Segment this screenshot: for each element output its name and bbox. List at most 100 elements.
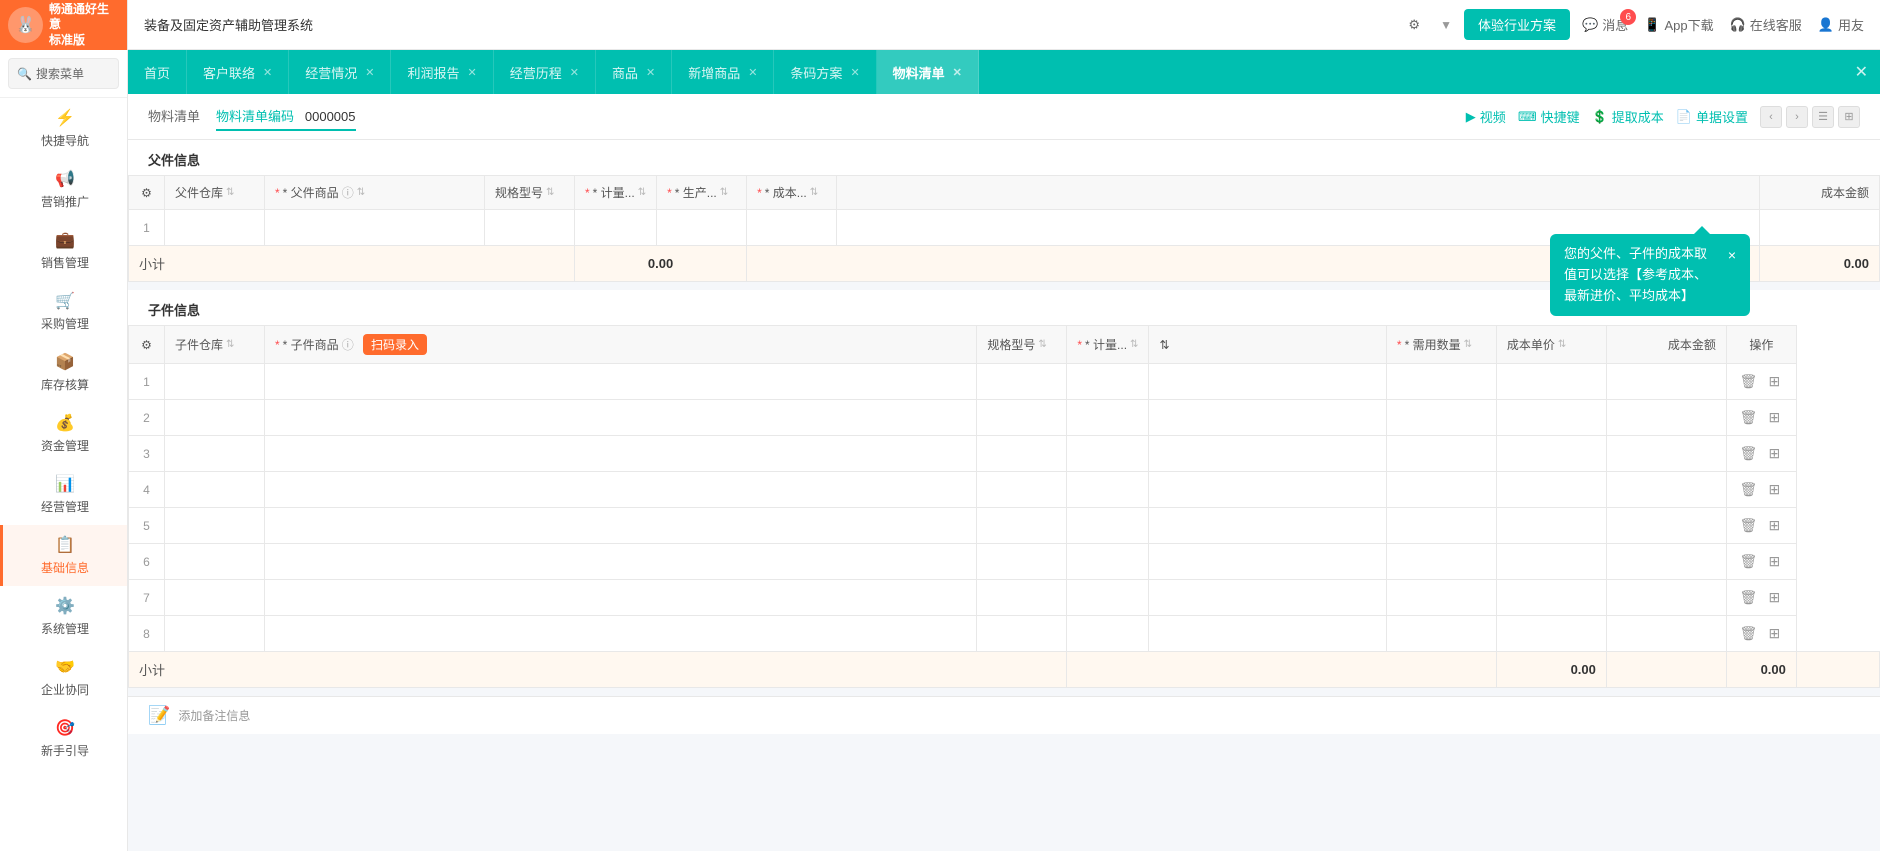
copy-row-4[interactable]: ⊞ xyxy=(1764,480,1784,500)
copy-row-2[interactable]: ⊞ xyxy=(1764,408,1784,428)
delete-row-5[interactable]: 🗑 xyxy=(1738,516,1758,536)
message-button[interactable]: 💬 消息 6 xyxy=(1582,15,1628,34)
tooltip-close-button[interactable]: × xyxy=(1728,244,1736,266)
child-unit-price-3[interactable] xyxy=(1496,436,1606,472)
close-tab-add-goods[interactable]: ✕ xyxy=(748,66,757,79)
child-unit-price-4[interactable] xyxy=(1496,472,1606,508)
sidebar-item-basic[interactable]: 📋 基础信息 xyxy=(0,525,127,586)
child-product-1[interactable] xyxy=(265,364,977,400)
parent-product-1[interactable] xyxy=(265,210,485,246)
sidebar-item-marketing[interactable]: 📢 营销推广 xyxy=(0,159,127,220)
child-info-icon[interactable]: ⓘ xyxy=(342,336,354,353)
child-spec-4[interactable] xyxy=(977,472,1067,508)
info-icon[interactable]: ⓘ xyxy=(342,184,354,201)
child-qty-1[interactable] xyxy=(1386,364,1496,400)
child-unit-5[interactable] xyxy=(1067,508,1149,544)
delete-row-2[interactable]: 🗑 xyxy=(1738,408,1758,428)
child-spec-6[interactable] xyxy=(977,544,1067,580)
child-unit-6[interactable] xyxy=(1067,544,1149,580)
child-spec-5[interactable] xyxy=(977,508,1067,544)
sidebar-item-sales[interactable]: 💼 销售管理 xyxy=(0,220,127,281)
tab-add-goods[interactable]: 新增商品 ✕ xyxy=(672,50,774,94)
child-qty-4[interactable] xyxy=(1386,472,1496,508)
delete-row-8[interactable]: 🗑 xyxy=(1738,624,1758,644)
sidebar-item-collab[interactable]: 🤝 企业协同 xyxy=(0,647,127,708)
close-tab-operation-status[interactable]: ✕ xyxy=(365,66,374,79)
delete-row-4[interactable]: 🗑 xyxy=(1738,480,1758,500)
child-product-7[interactable] xyxy=(265,580,977,616)
sidebar-item-operation[interactable]: 📊 经营管理 xyxy=(0,464,127,525)
tab-operation-status[interactable]: 经营情况 ✕ xyxy=(289,50,391,94)
child-warehouse-4[interactable] xyxy=(165,472,265,508)
child-qty-7[interactable] xyxy=(1386,580,1496,616)
tab-operation-history[interactable]: 经营历程 ✕ xyxy=(494,50,596,94)
th-child-settings[interactable]: ⚙ xyxy=(129,326,165,364)
child-warehouse-7[interactable] xyxy=(165,580,265,616)
expand-button[interactable]: ⊞ xyxy=(1838,106,1860,128)
tab-home[interactable]: 首页 xyxy=(128,50,187,94)
sidebar-item-quicknav[interactable]: ⚡ 快捷导航 xyxy=(0,98,127,159)
extract-cost-tool[interactable]: 💲 提取成本 xyxy=(1592,107,1664,126)
tab-bom[interactable]: 物料清单 ✕ xyxy=(877,50,979,94)
scan-badge[interactable]: 扫码录入 xyxy=(363,334,427,355)
sidebar-item-guide[interactable]: 🎯 新手引导 xyxy=(0,708,127,769)
next-record-button[interactable]: › xyxy=(1786,106,1808,128)
user-menu[interactable]: 👤 用友 xyxy=(1818,15,1864,34)
child-product-4[interactable] xyxy=(265,472,977,508)
child-unit-3[interactable] xyxy=(1067,436,1149,472)
child-product-6[interactable] xyxy=(265,544,977,580)
child-spec-3[interactable] xyxy=(977,436,1067,472)
parent-unit-1[interactable] xyxy=(575,210,657,246)
child-warehouse-2[interactable] xyxy=(165,400,265,436)
child-unit-price-8[interactable] xyxy=(1496,616,1606,652)
child-product-3[interactable] xyxy=(265,436,977,472)
copy-row-8[interactable]: ⊞ xyxy=(1764,624,1784,644)
child-unit-1[interactable] xyxy=(1067,364,1149,400)
delete-row-6[interactable]: 🗑 xyxy=(1738,552,1758,572)
parent-cost-1[interactable] xyxy=(747,210,837,246)
app-download-button[interactable]: 📱 App下载 xyxy=(1644,15,1713,34)
parent-spec-1[interactable] xyxy=(485,210,575,246)
parent-warehouse-1[interactable] xyxy=(165,210,265,246)
child-unit-price-1[interactable] xyxy=(1496,364,1606,400)
child-unit-7[interactable] xyxy=(1067,580,1149,616)
bottom-bar-text[interactable]: 添加备注信息 xyxy=(178,707,250,724)
search-menu-button[interactable]: 🔍 搜索菜单 xyxy=(8,58,119,89)
tab-customer[interactable]: 客户联络 ✕ xyxy=(187,50,289,94)
child-qty-5[interactable] xyxy=(1386,508,1496,544)
child-warehouse-5[interactable] xyxy=(165,508,265,544)
child-qty-2[interactable] xyxy=(1386,400,1496,436)
child-unit-price-5[interactable] xyxy=(1496,508,1606,544)
online-service-button[interactable]: 🎧 在线客服 xyxy=(1730,15,1802,34)
parent-produce-1[interactable] xyxy=(657,210,747,246)
tab-profit-report[interactable]: 利润报告 ✕ xyxy=(391,50,493,94)
list-view-button[interactable]: ☰ xyxy=(1812,106,1834,128)
shortcut-tool[interactable]: ⌨ 快捷键 xyxy=(1518,107,1580,126)
child-warehouse-3[interactable] xyxy=(165,436,265,472)
sidebar-item-system[interactable]: ⚙️ 系统管理 xyxy=(0,586,127,647)
child-qty-6[interactable] xyxy=(1386,544,1496,580)
child-qty-3[interactable] xyxy=(1386,436,1496,472)
sidebar-item-purchase[interactable]: 🛒 采购管理 xyxy=(0,281,127,342)
close-tab-customer[interactable]: ✕ xyxy=(263,66,272,79)
view-tool[interactable]: ▶ 视频 xyxy=(1466,107,1506,126)
copy-row-6[interactable]: ⊞ xyxy=(1764,552,1784,572)
delete-row-3[interactable]: 🗑 xyxy=(1738,444,1758,464)
child-unit-4[interactable] xyxy=(1067,472,1149,508)
copy-row-3[interactable]: ⊞ xyxy=(1764,444,1784,464)
child-spec-2[interactable] xyxy=(977,400,1067,436)
child-product-5[interactable] xyxy=(265,508,977,544)
copy-row-5[interactable]: ⊞ xyxy=(1764,516,1784,536)
child-warehouse-8[interactable] xyxy=(165,616,265,652)
sidebar-item-inventory[interactable]: 📦 库存核算 xyxy=(0,342,127,403)
child-unit-2[interactable] xyxy=(1067,400,1149,436)
close-all-tabs[interactable]: ✕ xyxy=(1843,62,1880,82)
child-spec-1[interactable] xyxy=(977,364,1067,400)
child-product-2[interactable] xyxy=(265,400,977,436)
close-tab-goods[interactable]: ✕ xyxy=(646,66,655,79)
copy-row-1[interactable]: ⊞ xyxy=(1764,372,1784,392)
child-unit-price-2[interactable] xyxy=(1496,400,1606,436)
child-warehouse-1[interactable] xyxy=(165,364,265,400)
child-qty-8[interactable] xyxy=(1386,616,1496,652)
child-spec-7[interactable] xyxy=(977,580,1067,616)
